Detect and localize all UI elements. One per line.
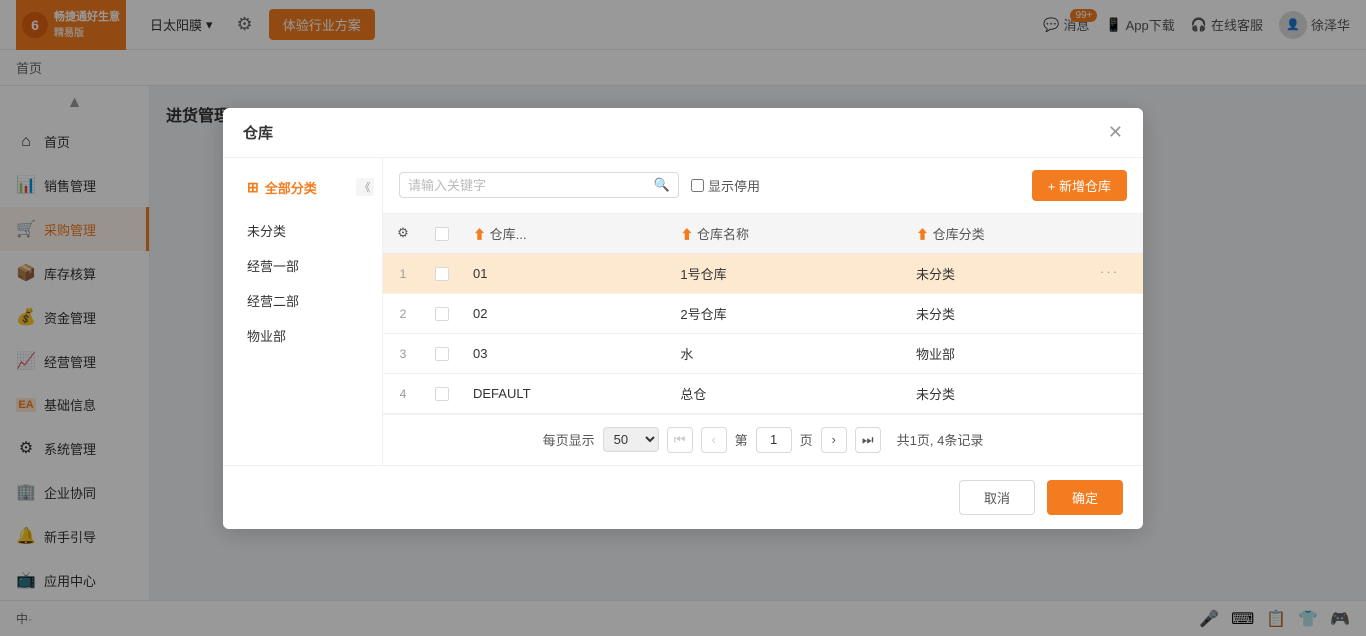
per-page-label: 每页显示 (543, 430, 595, 449)
modal-footer: 取消 确定 (223, 465, 1143, 529)
header-checkbox[interactable] (435, 227, 449, 241)
row-name-1: 1号仓库 (668, 253, 904, 293)
add-warehouse-button[interactable]: + 新增仓库 (1032, 170, 1127, 201)
page-label: 第 (735, 430, 748, 449)
row-cat-3: 物业部 (904, 333, 1143, 373)
table-row[interactable]: 1 01 1号仓库 未分类 ··· (383, 253, 1143, 293)
row-cat-1: 未分类 ··· (904, 253, 1143, 293)
cancel-button[interactable]: 取消 (959, 480, 1035, 515)
sort-icon-name: ⬆ (680, 227, 693, 242)
col-category: ⬆ 仓库分类 (904, 214, 1143, 254)
all-categories-item[interactable]: ⊞ 全部分类 (231, 170, 333, 205)
per-page-select[interactable]: 50 20 100 (603, 427, 659, 452)
sidebar-collapse-button[interactable]: 《 (356, 178, 374, 196)
row-cb-4[interactable] (423, 373, 461, 413)
table-wrap: ⚙ ⬆ 仓库... ⬆ (383, 214, 1143, 414)
confirm-button[interactable]: 确定 (1047, 480, 1123, 515)
pagination-info: 共1页, 4条记录 (897, 430, 984, 449)
grid-icon: ⊞ (247, 179, 259, 196)
row-code-2: 02 (461, 293, 668, 333)
page-last-btn[interactable]: ⏭ (855, 427, 881, 453)
col-name: ⬆ 仓库名称 (668, 214, 904, 254)
page-input[interactable] (756, 427, 792, 453)
show-disabled-checkbox[interactable]: 显示停用 (691, 176, 760, 195)
row-gear-3: 3 (383, 333, 423, 373)
row-gear-2: 2 (383, 293, 423, 333)
modal-title: 仓库 (243, 122, 273, 143)
modal-toolbar: 🔍 显示停用 + 新增仓库 (383, 158, 1143, 214)
table-body: 1 01 1号仓库 未分类 ··· 2 (383, 253, 1143, 413)
modal-header: 仓库 ✕ (223, 108, 1143, 158)
search-box: 🔍 (399, 172, 679, 198)
show-disabled-input[interactable] (691, 179, 704, 192)
search-icon[interactable]: 🔍 (654, 177, 670, 193)
sort-icon-code: ⬆ (473, 227, 486, 242)
row-name-4: 总仓 (668, 373, 904, 413)
pagination: 每页显示 50 20 100 ⏮ ‹ 第 页 › ⏭ 共1页, 4条记录 (383, 414, 1143, 465)
row-cb-1[interactable] (423, 253, 461, 293)
row-cat-4: 未分类 (904, 373, 1143, 413)
gear-col-icon: ⚙ (397, 225, 409, 240)
col-gear: ⚙ (383, 214, 423, 254)
warehouse-table: ⚙ ⬆ 仓库... ⬆ (383, 214, 1143, 414)
page-next-btn[interactable]: › (821, 427, 847, 453)
category-item-unclassified[interactable]: 未分类 (223, 213, 382, 248)
table-row[interactable]: 2 02 2号仓库 未分类 (383, 293, 1143, 333)
show-disabled-label: 显示停用 (708, 176, 760, 195)
modal-overlay: 仓库 ✕ ⊞ 全部分类 《 未分类 经营一部 经营二部 物业部 (0, 0, 1366, 636)
row-name-2: 2号仓库 (668, 293, 904, 333)
row-code-1: 01 (461, 253, 668, 293)
page-unit: 页 (800, 430, 813, 449)
row-cb-2[interactable] (423, 293, 461, 333)
modal-main: 🔍 显示停用 + 新增仓库 ⚙ (383, 158, 1143, 465)
page-first-btn[interactable]: ⏮ (667, 427, 693, 453)
row-gear-1: 1 (383, 253, 423, 293)
search-input[interactable] (408, 178, 648, 193)
row-cat-2: 未分类 (904, 293, 1143, 333)
table-header: ⚙ ⬆ 仓库... ⬆ (383, 214, 1143, 254)
table-row[interactable]: 4 DEFAULT 总仓 未分类 (383, 373, 1143, 413)
category-item-dept1[interactable]: 经营一部 (223, 248, 382, 283)
modal-body: ⊞ 全部分类 《 未分类 经营一部 经营二部 物业部 🔍 (223, 158, 1143, 465)
row-code-3: 03 (461, 333, 668, 373)
modal-category-sidebar: ⊞ 全部分类 《 未分类 经营一部 经营二部 物业部 (223, 158, 383, 465)
row-gear-4: 4 (383, 373, 423, 413)
row-code-4: DEFAULT (461, 373, 668, 413)
category-item-property[interactable]: 物业部 (223, 318, 382, 353)
col-code: ⬆ 仓库... (461, 214, 668, 254)
modal-close-button[interactable]: ✕ (1108, 122, 1123, 143)
sort-icon-cat: ⬆ (916, 227, 929, 242)
row-cb-3[interactable] (423, 333, 461, 373)
page-prev-btn[interactable]: ‹ (701, 427, 727, 453)
all-categories-label: 全部分类 (265, 178, 317, 197)
col-checkbox (423, 214, 461, 254)
row-name-3: 水 (668, 333, 904, 373)
table-row[interactable]: 3 03 水 物业部 (383, 333, 1143, 373)
warehouse-modal: 仓库 ✕ ⊞ 全部分类 《 未分类 经营一部 经营二部 物业部 (223, 108, 1143, 529)
category-item-dept2[interactable]: 经营二部 (223, 283, 382, 318)
